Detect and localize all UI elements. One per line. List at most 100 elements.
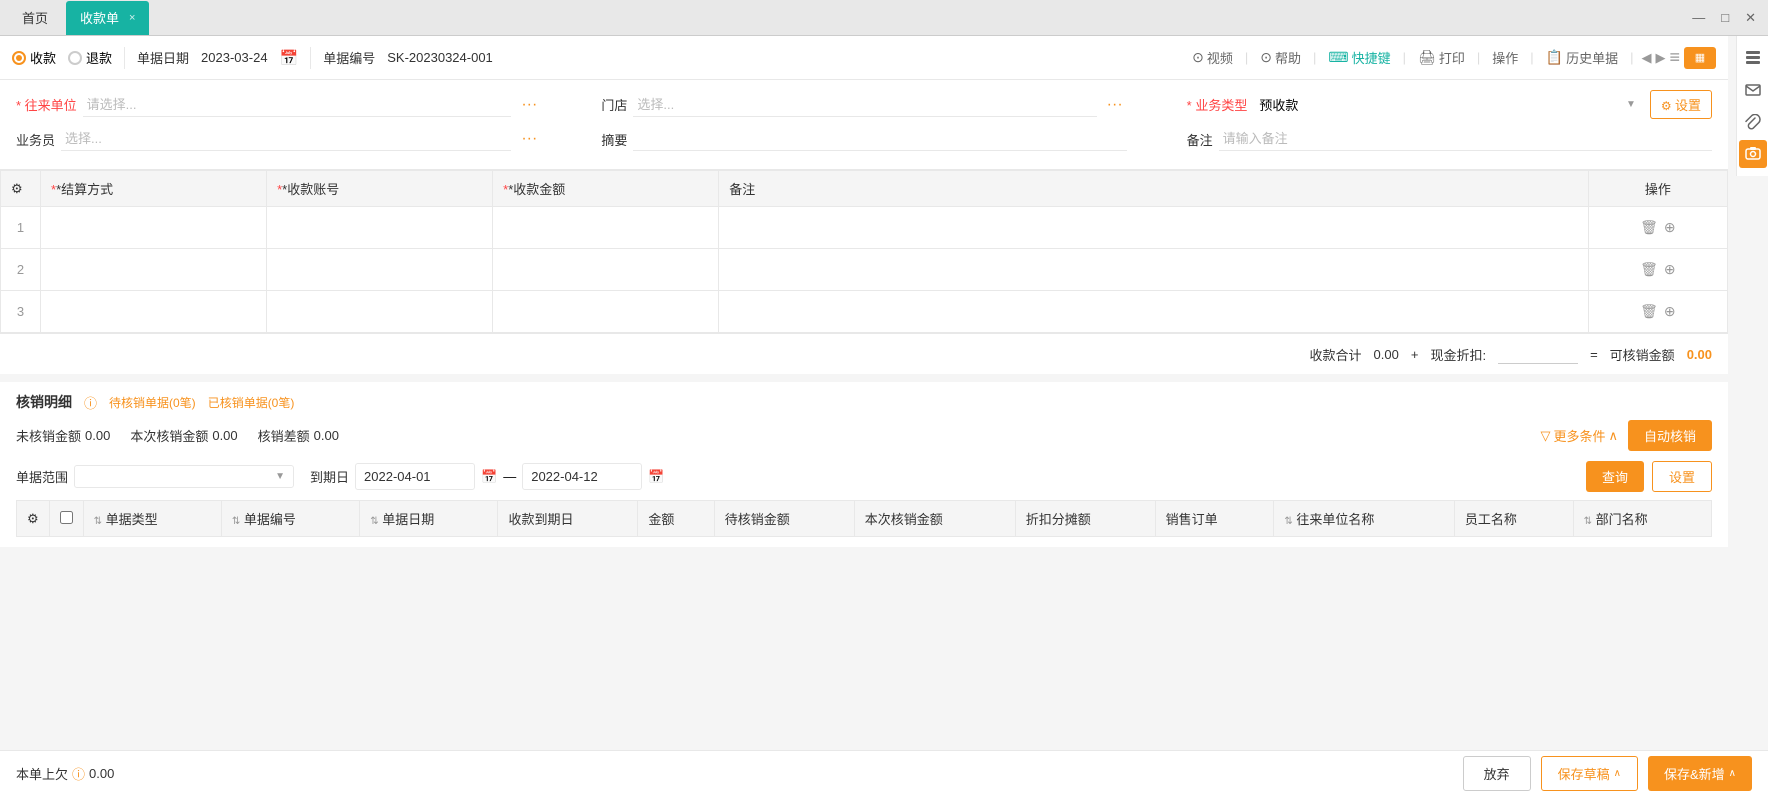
table2-gear-icon[interactable]: ⚙	[27, 511, 39, 526]
shop-input[interactable]	[633, 93, 1096, 117]
sum-equals: =	[1590, 347, 1598, 362]
receipt-type-radio-group: 收款 退款	[12, 48, 112, 67]
summary-input[interactable]	[633, 127, 1126, 151]
save-draft-chevron-icon: ∧	[1614, 768, 1621, 779]
row-2-remarks[interactable]	[719, 249, 1589, 291]
chevron-up-icon: ∧	[1608, 428, 1618, 444]
remarks-label: 备注	[1187, 130, 1213, 149]
minimize-btn[interactable]: —	[1688, 8, 1709, 28]
operate-btn[interactable]: 操作	[1488, 46, 1522, 69]
divider-1	[124, 47, 125, 69]
uncancelled-stat: 未核销金额 0.00	[16, 426, 110, 445]
abandon-btn[interactable]: 放弃	[1463, 756, 1531, 791]
scope-select[interactable]: ▼	[74, 465, 294, 488]
sidebar-clip-icon[interactable]	[1739, 108, 1767, 136]
staff-more-icon[interactable]: ···	[517, 130, 541, 148]
history-btn[interactable]: 📋 历史单据	[1542, 46, 1622, 69]
save-draft-label: 保存草稿	[1558, 764, 1610, 783]
uncancelled-label: 未核销金额	[16, 426, 81, 445]
form-settings-area: ⚙ 设置	[1650, 90, 1712, 119]
save-new-btn[interactable]: 保存&新增 ∧	[1648, 756, 1752, 791]
tab-current-label: 收款单	[80, 8, 119, 27]
reconcile-stats: 未核销金额 0.00 本次核销金额 0.00 核销差额 0.00 ▽ 更多条件 …	[16, 420, 1712, 451]
row-1-delete-icon[interactable]: 🗑	[1640, 219, 1658, 236]
shop-more-icon[interactable]: ···	[1103, 96, 1127, 114]
row-1-amount[interactable]	[493, 207, 719, 249]
table-row: 2 🗑 ⊕	[1, 249, 1728, 291]
form-settings-btn[interactable]: ⚙ 设置	[1650, 90, 1712, 119]
row-2-settlement[interactable]	[41, 249, 267, 291]
row-1-remarks[interactable]	[719, 207, 1589, 249]
row-3-settlement[interactable]	[41, 291, 267, 333]
due-date-from-input[interactable]	[355, 463, 475, 490]
query-btn[interactable]: 查询	[1586, 461, 1644, 492]
staff-input[interactable]	[61, 127, 511, 151]
remarks-field: 备注	[1187, 127, 1712, 151]
row-1-account[interactable]	[267, 207, 493, 249]
this-cancel-value: 0.00	[212, 428, 237, 443]
table-checkbox-col[interactable]	[49, 501, 83, 537]
table-gear-icon[interactable]: ⚙	[11, 181, 23, 196]
row-3-delete-icon[interactable]: 🗑	[1640, 303, 1658, 320]
remarks-input[interactable]	[1219, 127, 1712, 151]
nav-right-icon[interactable]: ▶	[1655, 50, 1665, 66]
due-date-to-input[interactable]	[522, 463, 642, 490]
pending-tab-link[interactable]: 待核销单据(0笔)	[109, 394, 196, 411]
row-2-delete-icon[interactable]: 🗑	[1640, 261, 1658, 278]
save-new-label: 保存&新增	[1664, 764, 1725, 783]
print-btn[interactable]: 🖨 打印	[1414, 46, 1469, 69]
col-staff: 员工名称	[1454, 501, 1573, 537]
row-3-copy-icon[interactable]: ⊕	[1664, 303, 1676, 320]
biz-type-dropdown-icon[interactable]: ▼	[1626, 99, 1636, 110]
date-range-separator: —	[503, 469, 516, 484]
sidebar-camera-icon[interactable]	[1739, 140, 1767, 168]
window-close-btn[interactable]: ✕	[1741, 8, 1760, 28]
table-settlement-header: **结算方式	[41, 171, 267, 207]
radio-refund[interactable]: 退款	[68, 48, 112, 67]
calendar-icon[interactable]: 📅	[280, 49, 299, 67]
radio-receipt-dot	[12, 51, 26, 65]
discount-input[interactable]	[1498, 344, 1578, 364]
maximize-btn[interactable]: □	[1717, 8, 1733, 28]
grid-view-btn[interactable]: ▦	[1684, 47, 1716, 69]
table-gear-header[interactable]: ⚙	[1, 171, 41, 207]
done-tab-link[interactable]: 已核销单据(0笔)	[208, 394, 295, 411]
nav-left-icon[interactable]: ◀	[1641, 50, 1651, 66]
footer-info-icon[interactable]: ⓘ	[72, 764, 85, 783]
auto-cancel-btn[interactable]: 自动核销	[1628, 420, 1712, 451]
tab-current[interactable]: 收款单 ×	[66, 1, 149, 35]
save-draft-btn[interactable]: 保存草稿 ∧	[1541, 756, 1638, 791]
row-1-settlement[interactable]	[41, 207, 267, 249]
select-all-checkbox[interactable]	[60, 511, 73, 524]
row-1-copy-icon[interactable]: ⊕	[1664, 219, 1676, 236]
shortcut-btn[interactable]: ⌨ 快捷键	[1324, 46, 1394, 69]
result-label: 可核销金额	[1610, 345, 1675, 364]
set-btn[interactable]: 设置	[1652, 461, 1712, 492]
counterpart-more-icon[interactable]: ···	[517, 96, 541, 114]
table-gear-col[interactable]: ⚙	[17, 501, 50, 537]
tab-close-icon[interactable]: ×	[129, 12, 135, 24]
radio-receipt[interactable]: 收款	[12, 48, 56, 67]
save-new-chevron-icon: ∧	[1729, 768, 1736, 779]
doc-number-value: SK-20230324-001	[387, 50, 493, 65]
row-2-amount[interactable]	[493, 249, 719, 291]
video-btn[interactable]: ⊙ 视频	[1188, 46, 1237, 69]
sidebar-mail-icon[interactable]	[1739, 76, 1767, 104]
tab-home[interactable]: 首页	[8, 1, 62, 35]
reconcile-info-icon[interactable]: ⓘ	[84, 393, 97, 412]
form-area: * 往来单位 ··· 门店 ··· * 业务类型 预收款 ▼ ⚙ 设置	[0, 80, 1728, 170]
list-view-icon[interactable]: ≡	[1669, 47, 1680, 68]
video-label: 视频	[1207, 48, 1233, 67]
counterpart-input[interactable]	[83, 93, 512, 117]
row-3-remarks[interactable]	[719, 291, 1589, 333]
row-2-account[interactable]	[267, 249, 493, 291]
sidebar-table-icon[interactable]	[1739, 44, 1767, 72]
calendar-from-icon[interactable]: 📅	[481, 469, 497, 485]
row-2-copy-icon[interactable]: ⊕	[1664, 261, 1676, 278]
calendar-to-icon[interactable]: 📅	[648, 469, 664, 485]
radio-refund-label: 退款	[86, 48, 112, 67]
more-conditions-btn[interactable]: ▽ 更多条件 ∧	[1540, 426, 1618, 445]
row-3-account[interactable]	[267, 291, 493, 333]
row-3-amount[interactable]	[493, 291, 719, 333]
help-btn[interactable]: ⊙ 帮助	[1256, 46, 1305, 69]
